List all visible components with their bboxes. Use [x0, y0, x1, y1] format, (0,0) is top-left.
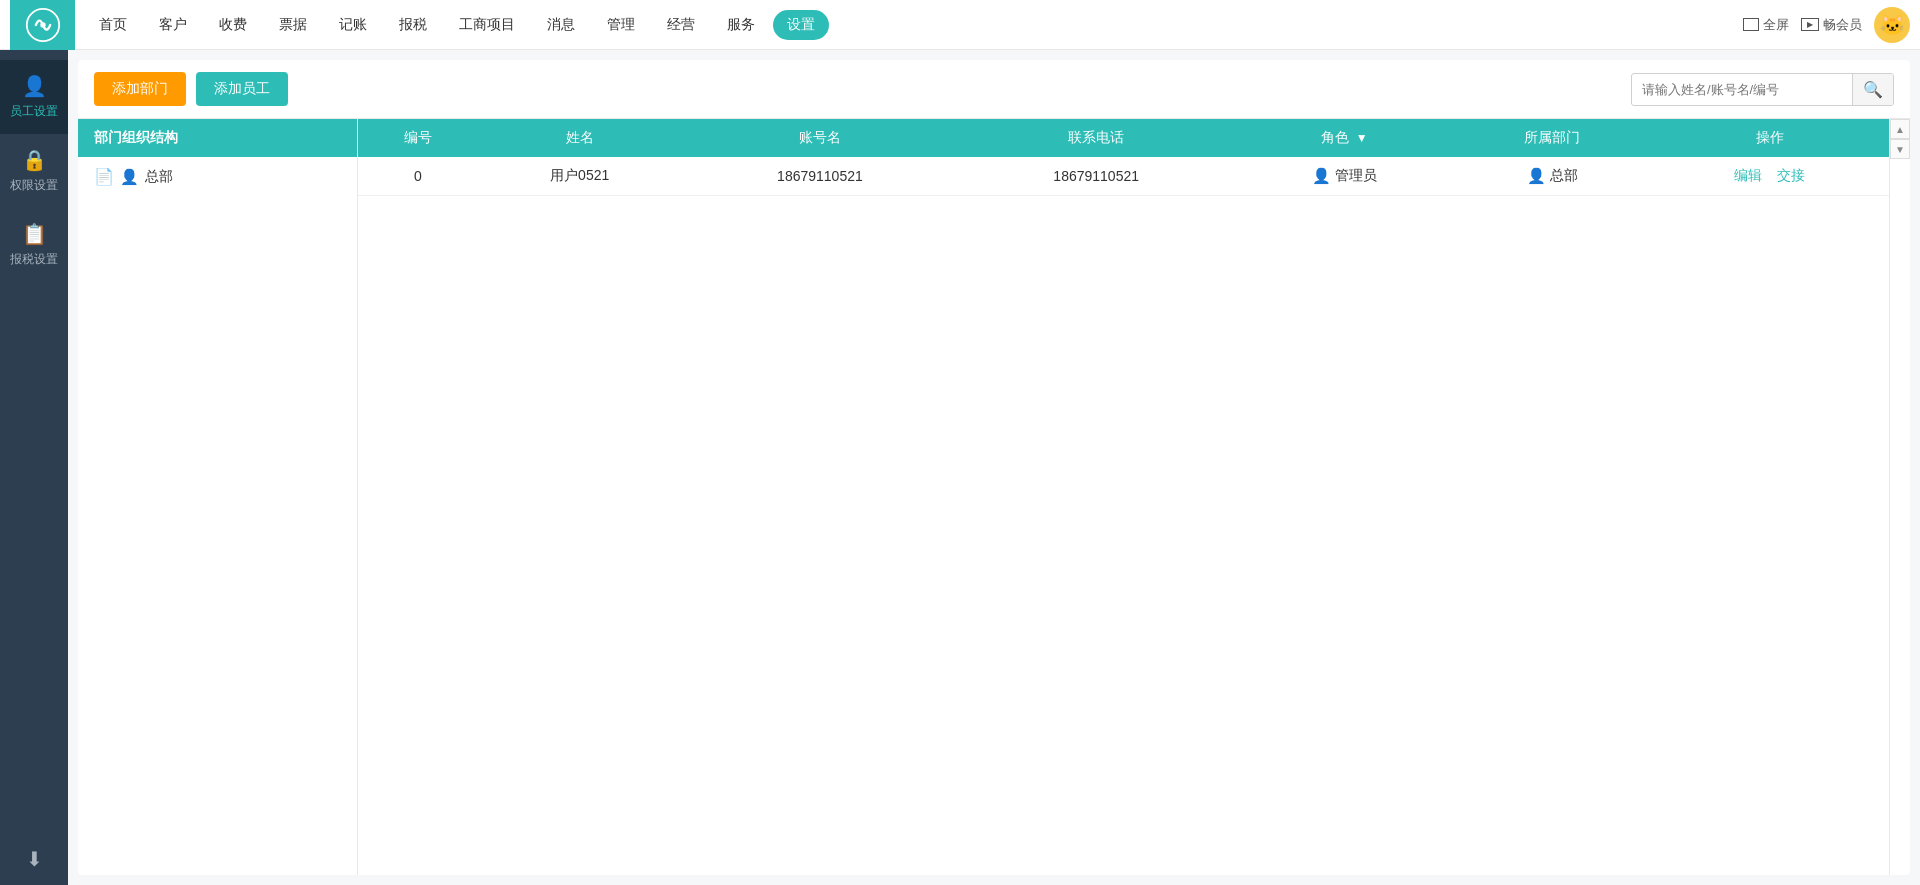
sidebar-item-employee[interactable]: 👤 员工设置	[0, 60, 68, 134]
cell-account: 18679110521	[682, 157, 958, 196]
download-icon: ⬇	[26, 847, 43, 871]
table-row: 0 用户0521 18679110521 18679110521 👤管理员 👤总…	[358, 157, 1889, 196]
nav-item-收费[interactable]: 收费	[205, 10, 261, 40]
dept-tree: 部门组织结构 📄 👤 总部	[78, 119, 358, 875]
content-inner: 添加部门 添加员工 🔍 部门组织结构 📄 👤 总部	[78, 60, 1910, 875]
dept-row-icon: 👤	[1527, 167, 1546, 185]
role-icon: 👤	[1312, 167, 1331, 185]
top-navigation: 首页客户收费票据记账报税工商项目消息管理经营服务设置 全屏 ▶ 畅会员 🐱	[0, 0, 1920, 50]
sidebar-label-permission: 权限设置	[10, 177, 58, 194]
nav-item-消息[interactable]: 消息	[533, 10, 589, 40]
fullscreen-label: 全屏	[1763, 16, 1789, 34]
member-label: 畅会员	[1823, 16, 1862, 34]
user-avatar[interactable]: 🐱	[1874, 7, 1910, 43]
sidebar-label-employee: 员工设置	[10, 103, 58, 120]
col-header-role[interactable]: 角色 ▼	[1234, 119, 1454, 157]
toolbar: 添加部门 添加员工 🔍	[78, 60, 1910, 119]
content-area: 添加部门 添加员工 🔍 部门组织结构 📄 👤 总部	[68, 50, 1920, 885]
filter-icon: ▼	[1356, 131, 1368, 145]
add-emp-button[interactable]: 添加员工	[196, 72, 288, 106]
nav-item-报税[interactable]: 报税	[385, 10, 441, 40]
search-button[interactable]: 🔍	[1852, 74, 1893, 105]
table-area: 部门组织结构 📄 👤 总部 编号 姓名 账号名	[78, 119, 1910, 875]
search-icon: 🔍	[1863, 81, 1883, 98]
nav-item-首页[interactable]: 首页	[85, 10, 141, 40]
file-icon: 📄	[94, 167, 114, 186]
col-header-phone: 联系电话	[958, 119, 1234, 157]
col-header-id: 编号	[358, 119, 478, 157]
scroll-up-button[interactable]: ▲	[1890, 119, 1910, 139]
logo	[10, 0, 75, 50]
search-box: 🔍	[1631, 73, 1894, 106]
col-header-account: 账号名	[682, 119, 958, 157]
cell-id: 0	[358, 157, 478, 196]
nav-item-客户[interactable]: 客户	[145, 10, 201, 40]
nav-item-票据[interactable]: 票据	[265, 10, 321, 40]
nav-item-管理[interactable]: 管理	[593, 10, 649, 40]
nav-items: 首页客户收费票据记账报税工商项目消息管理经营服务设置	[85, 10, 1743, 40]
scroll-buttons: ▲ ▼	[1889, 119, 1910, 875]
sidebar-label-tax: 报税设置	[10, 251, 58, 268]
col-header-dept: 所属部门	[1454, 119, 1650, 157]
cell-phone: 18679110521	[958, 157, 1234, 196]
nav-item-记账[interactable]: 记账	[325, 10, 381, 40]
logo-icon	[25, 7, 61, 43]
svg-point-1	[40, 22, 45, 27]
fullscreen-btn[interactable]: 全屏	[1743, 16, 1789, 34]
main-layout: 👤 员工设置 🔒 权限设置 📋 报税设置 ⬇ 添加部门 添加员工	[0, 50, 1920, 885]
sidebar: 👤 员工设置 🔒 权限设置 📋 报税设置 ⬇	[0, 50, 68, 885]
sidebar-item-permission[interactable]: 🔒 权限设置	[0, 134, 68, 208]
col-header-name: 姓名	[478, 119, 682, 157]
nav-right: 全屏 ▶ 畅会员 🐱	[1743, 7, 1910, 43]
employee-table: 编号 姓名 账号名 联系电话 角色 ▼ 所属部门 操作 0	[358, 119, 1889, 196]
dept-tree-item-general[interactable]: 📄 👤 总部	[78, 157, 357, 196]
permission-icon: 🔒	[22, 148, 47, 172]
sidebar-item-tax[interactable]: 📋 报税设置	[0, 208, 68, 282]
cell-name: 用户0521	[478, 157, 682, 196]
action-sep	[1768, 167, 1772, 183]
action-交接[interactable]: 交接	[1777, 167, 1805, 183]
nav-item-工商项目[interactable]: 工商项目	[445, 10, 529, 40]
scroll-down-button[interactable]: ▼	[1890, 139, 1910, 159]
add-dept-button[interactable]: 添加部门	[94, 72, 186, 106]
emp-table-wrap: 编号 姓名 账号名 联系电话 角色 ▼ 所属部门 操作 0	[358, 119, 1889, 875]
sidebar-download-btn[interactable]: ⬇	[0, 833, 68, 885]
dept-user-icon: 👤	[120, 168, 139, 186]
table-header-row: 编号 姓名 账号名 联系电话 角色 ▼ 所属部门 操作	[358, 119, 1889, 157]
employee-icon: 👤	[22, 74, 47, 98]
action-编辑[interactable]: 编辑	[1734, 167, 1762, 183]
member-btn[interactable]: ▶ 畅会员	[1801, 16, 1862, 34]
cell-role: 👤管理员	[1234, 157, 1454, 196]
cell-dept: 👤总部	[1454, 157, 1650, 196]
nav-item-设置[interactable]: 设置	[773, 10, 829, 40]
fullscreen-icon	[1743, 18, 1759, 31]
dept-tree-header: 部门组织结构	[78, 119, 357, 157]
nav-item-服务[interactable]: 服务	[713, 10, 769, 40]
member-icon: ▶	[1801, 18, 1819, 31]
search-input[interactable]	[1632, 76, 1852, 103]
sidebar-bottom: ⬇	[0, 833, 68, 885]
nav-item-经营[interactable]: 经营	[653, 10, 709, 40]
col-header-action: 操作	[1650, 119, 1889, 157]
cell-actions: 编辑 交接	[1650, 157, 1889, 196]
dept-name-general: 总部	[145, 168, 173, 186]
tax-icon: 📋	[22, 222, 47, 246]
